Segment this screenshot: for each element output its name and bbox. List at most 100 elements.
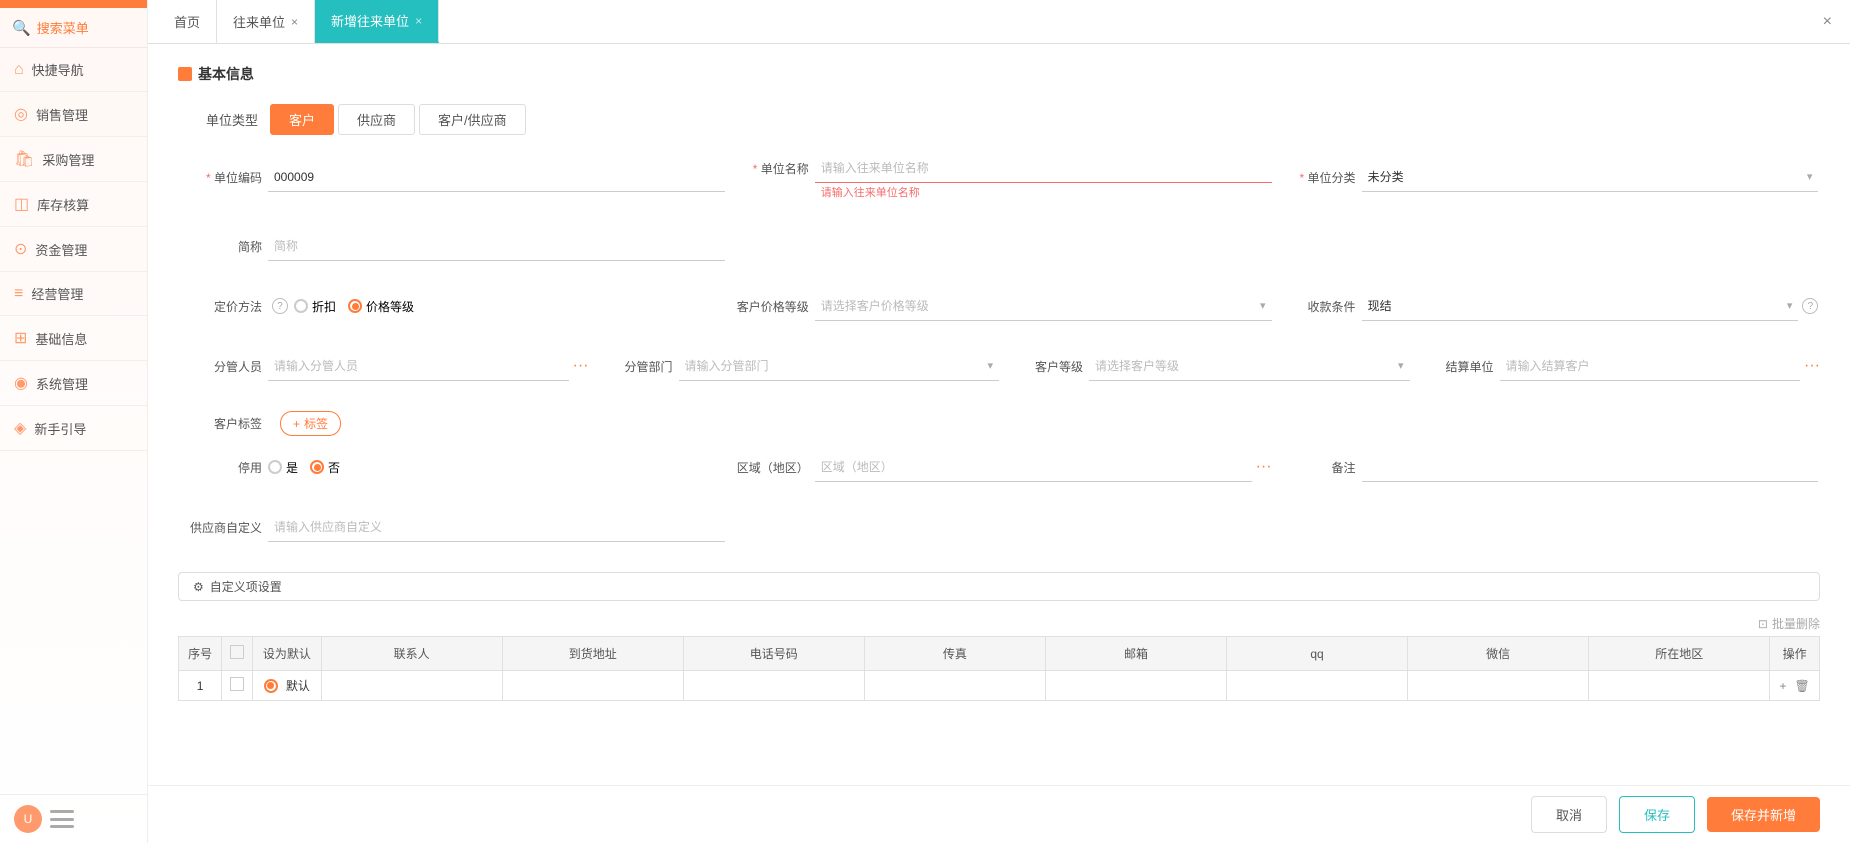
sidebar-item-quick-nav[interactable]: ⌂ 快捷导航	[0, 48, 147, 92]
td-qq[interactable]	[1227, 671, 1408, 701]
payment-terms-arrow: ▾	[1787, 299, 1793, 312]
td-location[interactable]	[1589, 671, 1770, 701]
payment-terms-select[interactable]: 现结 ▾	[1362, 291, 1799, 321]
tab-new-partner[interactable]: 新增往来单位 ×	[315, 0, 439, 43]
form-row-6: 停用 是 否 区域（地区） ··· 备注	[178, 452, 1820, 498]
sidebar-item-basic[interactable]: ⊞ 基础信息	[0, 316, 147, 361]
billing-unit-input[interactable]	[1500, 351, 1801, 381]
department-arrow: ▾	[987, 359, 993, 372]
th-contact: 联系人	[321, 637, 502, 671]
td-check	[222, 671, 253, 701]
tab-home-label: 首页	[174, 12, 200, 31]
purchase-icon: 🛍	[14, 149, 34, 169]
th-fax: 传真	[864, 637, 1045, 671]
region-input[interactable]	[815, 452, 1252, 482]
short-name-input[interactable]	[268, 231, 725, 261]
sidebar-item-inventory[interactable]: ◫ 库存核算	[0, 182, 147, 227]
td-contact[interactable]	[321, 671, 502, 701]
system-icon: ◉	[14, 373, 28, 393]
close-all-tabs[interactable]: ×	[1815, 9, 1840, 35]
tag-add-label: 标签	[304, 415, 328, 432]
sidebar-item-guide[interactable]: ◈ 新手引导	[0, 406, 147, 451]
section-title-basic: 基本信息	[178, 64, 1820, 84]
field-unit-name: 单位名称 请输入往来单位名称	[725, 153, 1272, 201]
supplier-custom-input[interactable]	[268, 512, 725, 542]
td-email[interactable]	[1045, 671, 1226, 701]
sidebar-item-label: 基础信息	[35, 329, 87, 348]
radio-price-level[interactable]: 价格等级	[348, 298, 414, 315]
contact-input[interactable]	[330, 679, 494, 693]
sidebar-item-label: 经营管理	[31, 284, 83, 303]
sidebar-item-operation[interactable]: ≡ 经营管理	[0, 272, 147, 316]
th-default: 设为默认	[253, 637, 321, 671]
department-label: 分管部门	[589, 358, 679, 375]
row-default-circle	[264, 679, 278, 693]
menu-toggle-icon[interactable]	[50, 810, 74, 828]
tag-add-button[interactable]: + 标签	[280, 411, 341, 436]
location-input[interactable]	[1597, 679, 1761, 693]
td-address[interactable]	[502, 671, 683, 701]
td-default: 默认	[253, 671, 321, 701]
form-content: 基本信息 单位类型 客户 供应商 客户/供应商 单位编码 单位名称	[148, 44, 1850, 785]
radio-discount[interactable]: 折扣	[294, 298, 336, 315]
customer-price-level-label: 客户价格等级	[725, 298, 815, 315]
manager-input[interactable]	[268, 351, 569, 381]
action-bar: 取消 保存 保存并新增	[148, 785, 1850, 843]
unit-code-input[interactable]	[268, 162, 725, 192]
sidebar-item-sales[interactable]: ◎ 销售管理	[0, 92, 147, 137]
sidebar-item-finance[interactable]: ⊙ 资金管理	[0, 227, 147, 272]
inventory-icon: ◫	[14, 194, 29, 214]
type-btn-customer[interactable]: 客户	[270, 104, 334, 135]
customer-price-level-arrow: ▾	[1260, 299, 1266, 312]
type-btn-supplier[interactable]: 供应商	[338, 104, 415, 135]
td-phone[interactable]	[683, 671, 864, 701]
email-input[interactable]	[1054, 679, 1218, 693]
sidebar-item-system[interactable]: ◉ 系统管理	[0, 361, 147, 406]
fax-input[interactable]	[873, 679, 1037, 693]
tab-partner-close[interactable]: ×	[291, 15, 298, 29]
customer-price-level-select[interactable]: 请选择客户价格等级 ▾	[815, 291, 1272, 321]
disabled-label: 停用	[178, 459, 268, 476]
field-unit-code: 单位编码	[178, 153, 725, 201]
pricing-method-help-icon[interactable]: ?	[272, 298, 288, 314]
radio-discount-circle	[294, 299, 308, 313]
custom-settings-button[interactable]: ⚙ 自定义项设置	[178, 572, 1820, 601]
sidebar-item-purchase[interactable]: 🛍 采购管理	[0, 137, 147, 182]
save-button[interactable]: 保存	[1619, 796, 1695, 833]
address-input[interactable]	[511, 679, 675, 693]
th-checkbox[interactable]	[230, 645, 244, 659]
row-add-icon[interactable]: +	[1779, 679, 1786, 693]
radio-disabled-yes[interactable]: 是	[268, 459, 298, 476]
remarks-input[interactable]	[1362, 452, 1819, 482]
tab-new-partner-close[interactable]: ×	[415, 14, 422, 28]
wechat-input[interactable]	[1416, 679, 1580, 693]
row-delete-icon[interactable]: 🗑	[1795, 679, 1810, 693]
batch-delete-label[interactable]: 批量删除	[1772, 615, 1820, 632]
cancel-button[interactable]: 取消	[1531, 796, 1607, 833]
unit-name-input[interactable]	[815, 153, 1272, 183]
th-email: 邮箱	[1045, 637, 1226, 671]
billing-unit-more-btn[interactable]: ···	[1804, 357, 1820, 375]
field-billing-unit: 结算单位 ···	[1410, 351, 1821, 381]
avatar: U	[14, 805, 42, 833]
sidebar-search[interactable]: 🔍 搜索菜单	[0, 8, 147, 48]
td-wechat[interactable]	[1408, 671, 1589, 701]
qq-input[interactable]	[1235, 679, 1399, 693]
type-btn-both[interactable]: 客户/供应商	[419, 104, 526, 135]
td-fax[interactable]	[864, 671, 1045, 701]
payment-terms-help-icon[interactable]: ?	[1802, 298, 1818, 314]
tab-home[interactable]: 首页	[158, 0, 217, 43]
customer-price-level-placeholder: 请选择客户价格等级	[821, 297, 929, 314]
unit-category-select[interactable]: 未分类 ▾	[1362, 162, 1819, 192]
customer-level-select[interactable]: 请选择客户等级 ▾	[1089, 351, 1410, 381]
tab-partner[interactable]: 往来单位 ×	[217, 0, 315, 43]
save-new-button[interactable]: 保存并新增	[1707, 797, 1820, 832]
department-select[interactable]: 请输入分管部门 ▾	[679, 351, 1000, 381]
row-default-radio[interactable]: 默认	[261, 677, 312, 694]
department-placeholder: 请输入分管部门	[685, 357, 769, 374]
row-checkbox[interactable]	[230, 677, 244, 691]
phone-input[interactable]	[692, 679, 856, 693]
region-more-btn[interactable]: ···	[1256, 458, 1272, 476]
manager-more-btn[interactable]: ···	[573, 357, 589, 375]
radio-disabled-no[interactable]: 否	[310, 459, 340, 476]
